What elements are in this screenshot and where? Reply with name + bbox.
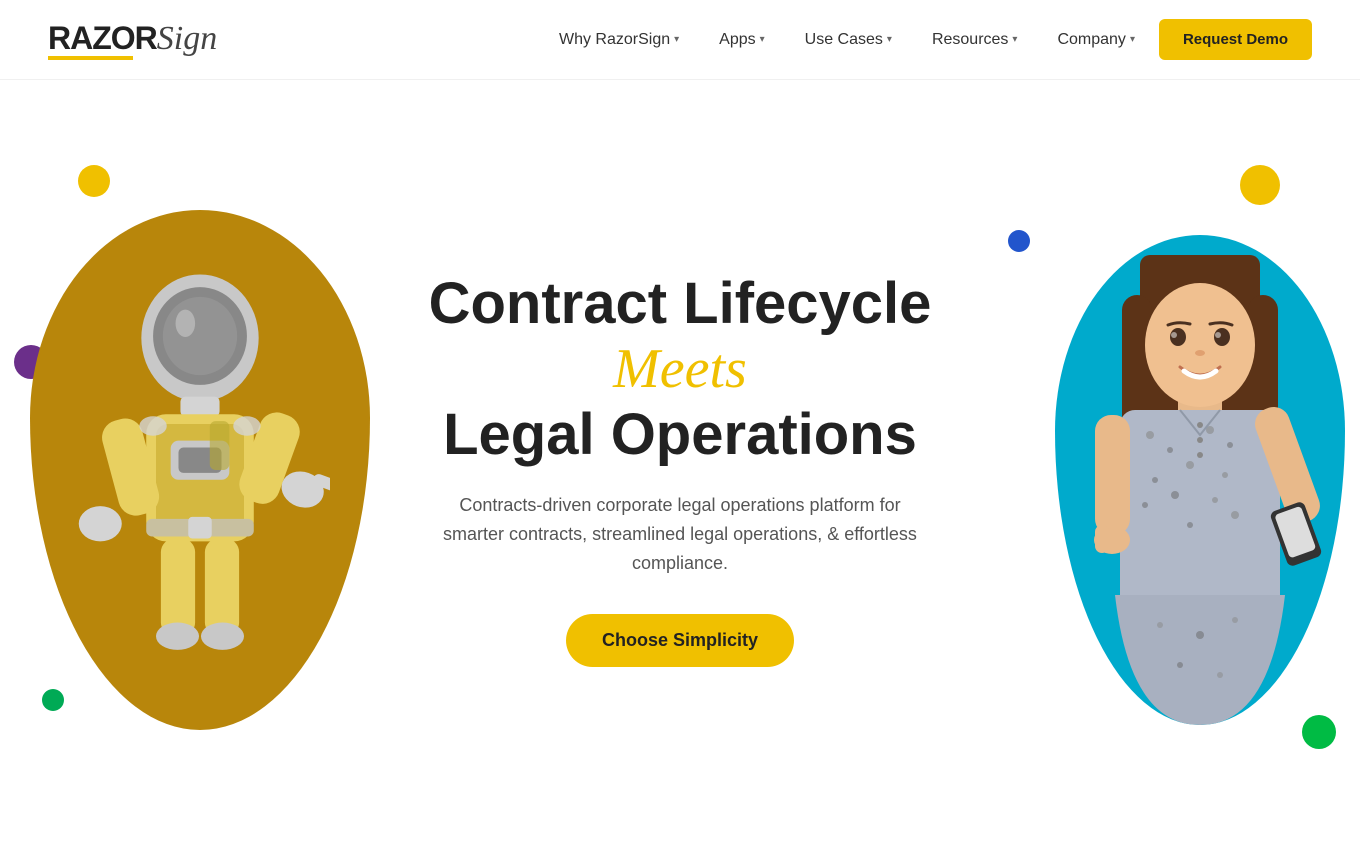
chevron-down-icon: ▾ [760,34,765,45]
astronaut-background [30,210,370,730]
hero-section: Contract Lifecycle Meets Legal Operation… [0,80,1360,859]
nav-item-why-razorsign[interactable]: Why RazorSign ▾ [543,23,695,57]
nav-item-apps[interactable]: Apps ▾ [703,23,781,57]
logo-sign-text: Sign [157,20,217,58]
logo[interactable]: RAZOR Sign [48,20,217,60]
chevron-down-icon: ▾ [1012,34,1017,45]
woman-background [1055,235,1345,725]
hero-title-line2: Legal Operations [429,403,932,467]
chevron-down-icon: ▾ [674,34,679,45]
nav-links: Why RazorSign ▾ Apps ▾ Use Cases ▾ Resou… [543,19,1312,60]
dot-blue-mid-right [1008,230,1030,252]
hero-title-meets: Meets [429,336,932,403]
hero-left-image [0,80,400,859]
navbar: RAZOR Sign Why RazorSign ▾ Apps ▾ Use Ca… [0,0,1360,80]
woman-svg [1060,235,1340,725]
astronaut-svg [70,250,330,690]
hero-title-line1: Contract Lifecycle [429,272,932,336]
nav-item-resources[interactable]: Resources ▾ [916,23,1034,57]
nav-item-use-cases[interactable]: Use Cases ▾ [789,23,908,57]
request-demo-button[interactable]: Request Demo [1159,19,1312,60]
hero-subtitle: Contracts-driven corporate legal operati… [430,491,930,577]
chevron-down-icon: ▾ [1130,34,1135,45]
chevron-down-icon: ▾ [887,34,892,45]
nav-item-company[interactable]: Company ▾ [1041,23,1151,57]
logo-razor-text: RAZOR [48,20,157,57]
choose-simplicity-button[interactable]: Choose Simplicity [566,614,794,667]
hero-right-image [1040,140,1360,820]
hero-content: Contract Lifecycle Meets Legal Operation… [409,272,952,666]
